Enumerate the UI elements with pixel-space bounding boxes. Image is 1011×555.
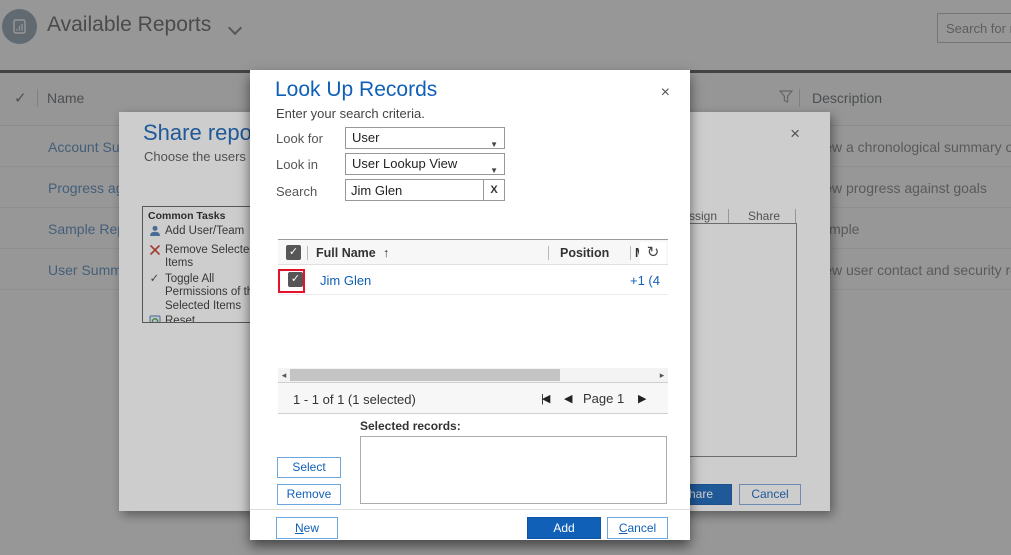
result-row[interactable]: ✓ Jim Glen +1 (4 bbox=[278, 265, 668, 295]
remove-button[interactable]: Remove bbox=[277, 484, 341, 505]
column-divider bbox=[307, 246, 308, 260]
refresh-icon[interactable]: ↻ bbox=[640, 242, 666, 264]
look-in-label: Look in bbox=[276, 157, 318, 172]
search-label: Search bbox=[276, 184, 317, 199]
pagination-bar: 1 - 1 of 1 (1 selected) |◀ ◀ Page 1 ▶ bbox=[278, 382, 668, 414]
record-count-status: 1 - 1 of 1 (1 selected) bbox=[293, 392, 416, 407]
look-for-value: User bbox=[352, 130, 379, 145]
look-for-select[interactable]: User ▼ bbox=[345, 127, 505, 149]
first-page-icon[interactable]: |◀ bbox=[541, 392, 548, 405]
search-field-wrap: X bbox=[345, 179, 505, 201]
selected-records-label: Selected records: bbox=[360, 419, 461, 433]
sort-ascending-icon: ↑ bbox=[383, 246, 389, 260]
row-checkbox[interactable]: ✓ bbox=[288, 272, 303, 287]
record-phone: +1 (4 bbox=[630, 273, 668, 288]
new-button[interactable]: New bbox=[276, 517, 338, 539]
add-button[interactable]: Add bbox=[527, 517, 601, 539]
selected-records-box[interactable] bbox=[360, 436, 667, 504]
results-empty-area bbox=[278, 295, 668, 368]
app-window: Available Reports ✓ Name Description Acc… bbox=[0, 0, 1011, 555]
column-divider bbox=[548, 246, 549, 260]
column-divider bbox=[630, 246, 631, 260]
results-table: ✓ Full Name ↑ Position M ↻ ✓ Jim Glen +1… bbox=[278, 239, 668, 414]
look-in-value: User Lookup View bbox=[352, 156, 457, 171]
scrollbar-thumb[interactable] bbox=[290, 369, 560, 381]
previous-page-icon[interactable]: ◀ bbox=[564, 392, 572, 405]
lookup-records-dialog: Look Up Records Enter your search criter… bbox=[250, 70, 690, 540]
results-header-row: ✓ Full Name ↑ Position M ↻ bbox=[278, 239, 668, 265]
select-all-checkbox[interactable]: ✓ bbox=[286, 245, 301, 260]
position-column-header[interactable]: Position bbox=[560, 246, 609, 260]
dropdown-arrow-icon: ▼ bbox=[490, 161, 498, 181]
scroll-left-icon[interactable]: ◂ bbox=[278, 368, 290, 382]
record-name-link[interactable]: Jim Glen bbox=[320, 273, 371, 288]
next-page-icon[interactable]: ▶ bbox=[638, 392, 646, 405]
full-name-column-header[interactable]: Full Name bbox=[316, 246, 376, 260]
look-for-label: Look for bbox=[276, 131, 323, 146]
page-number: Page 1 bbox=[583, 391, 624, 406]
scroll-right-icon[interactable]: ▸ bbox=[656, 368, 668, 382]
footer-divider bbox=[250, 509, 690, 510]
horizontal-scrollbar[interactable]: ◂ ▸ bbox=[278, 368, 668, 382]
clear-search-icon[interactable]: X bbox=[483, 180, 504, 200]
dialog-title: Look Up Records bbox=[275, 78, 437, 102]
select-button[interactable]: Select bbox=[277, 457, 341, 478]
look-in-select[interactable]: User Lookup View ▼ bbox=[345, 153, 505, 175]
close-icon[interactable]: × bbox=[661, 84, 670, 102]
cancel-button[interactable]: Cancel bbox=[607, 517, 668, 539]
search-input[interactable] bbox=[346, 180, 484, 200]
dialog-subtitle: Enter your search criteria. bbox=[276, 106, 425, 121]
clipped-column-header: M bbox=[635, 246, 639, 260]
dropdown-arrow-icon: ▼ bbox=[490, 135, 498, 155]
